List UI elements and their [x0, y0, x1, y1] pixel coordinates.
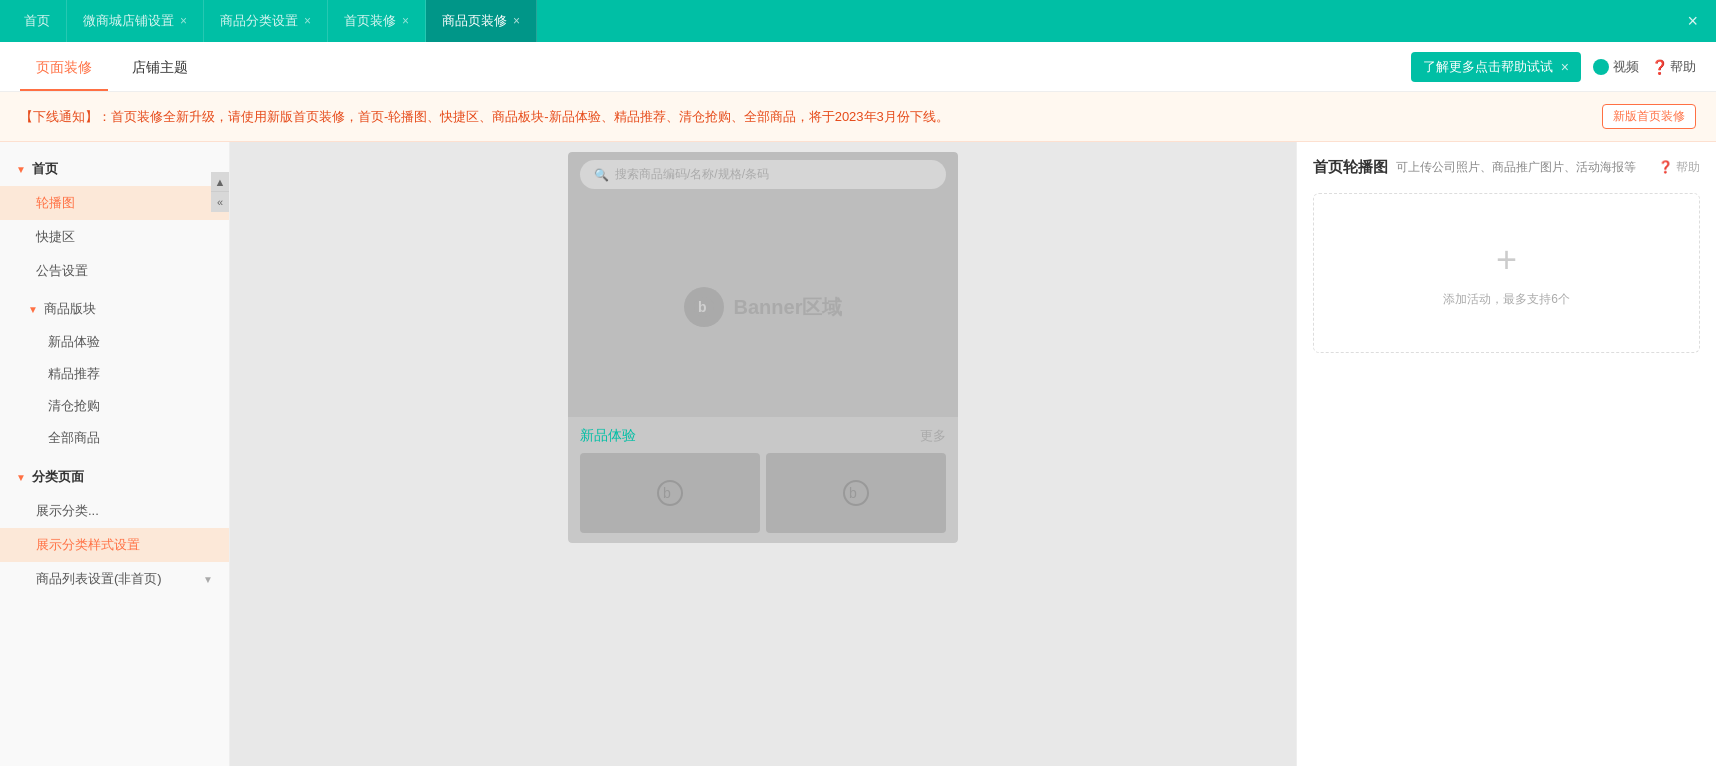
canvas-area: 🔍 搜索商品编码/名称/规格/条码 b Banner区域	[230, 142, 1296, 766]
tab-store-settings[interactable]: 微商城店铺设置 ×	[67, 0, 204, 42]
right-panel-title-text: 首页轮播图	[1313, 158, 1388, 177]
window-close-button[interactable]: ×	[1677, 11, 1708, 32]
banner-logo-icon: b	[684, 287, 724, 327]
banner-area: b Banner区域	[568, 197, 958, 417]
tab-home[interactable]: 首页	[8, 0, 67, 42]
product-placeholder-2: b	[766, 453, 946, 533]
phone-frame: 🔍 搜索商品编码/名称/规格/条码 b Banner区域	[568, 152, 958, 543]
phone-search-bar: 🔍 搜索商品编码/名称/规格/条码	[568, 152, 958, 197]
tab-close-home-decoration[interactable]: ×	[402, 14, 409, 28]
sidebar-sub-group-product-block: ▼ 商品版块 新品体验 精品推荐 清仓抢购 全部商品	[0, 288, 229, 458]
svg-text:b: b	[663, 485, 671, 501]
tab-category-settings[interactable]: 商品分类设置 ×	[204, 0, 328, 42]
sidebar-item-clearance[interactable]: 清仓抢购	[0, 390, 229, 422]
sidebar-scroll-up[interactable]: ▲	[211, 172, 229, 192]
product-section-more: 更多	[920, 427, 946, 445]
product-section-title: 新品体验	[580, 427, 636, 445]
video-icon	[1593, 59, 1609, 75]
sidebar-group-category-title[interactable]: ▼ 分类页面	[0, 460, 229, 494]
svg-text:b: b	[698, 299, 707, 315]
right-panel-title-left: 首页轮播图 可上传公司照片、商品推广图片、活动海报等	[1313, 158, 1636, 177]
banner-logo: b Banner区域	[684, 287, 843, 327]
help-banner[interactable]: 了解更多点击帮助试试 ×	[1411, 52, 1581, 82]
sidebar-controls: ▲ «	[211, 172, 229, 212]
main-area: ▲ « ▼ 首页 轮播图 快捷区 公告设置 ▼ 商品版块	[0, 142, 1716, 766]
sidebar-item-shortcut[interactable]: 快捷区	[0, 220, 229, 254]
chevron-down-icon-3: ▼	[16, 472, 26, 483]
help-link[interactable]: ❓ 帮助	[1651, 58, 1696, 76]
sidebar-item-banner[interactable]: 轮播图	[0, 186, 229, 220]
sidebar-item-show-category[interactable]: 展示分类...	[0, 494, 229, 528]
svg-text:b: b	[849, 485, 857, 501]
sidebar-collapse-btn[interactable]: «	[211, 192, 229, 212]
right-panel-help-link[interactable]: ❓ 帮助	[1658, 159, 1700, 176]
sidebar-item-featured[interactable]: 精品推荐	[0, 358, 229, 390]
product-section-header: 新品体验 更多	[580, 427, 946, 445]
tab-close-product-decoration[interactable]: ×	[513, 14, 520, 28]
sidebar-item-announcement[interactable]: 公告设置	[0, 254, 229, 288]
product-placeholder-1: b	[580, 453, 760, 533]
sidebar-sub-group-product-block-title[interactable]: ▼ 商品版块	[0, 292, 229, 326]
search-icon: 🔍	[594, 168, 609, 182]
tab-close-category-settings[interactable]: ×	[304, 14, 311, 28]
help-question-icon: ❓	[1651, 59, 1668, 75]
add-banner-label: 添加活动，最多支持6个	[1443, 291, 1570, 308]
sidebar-item-all-products[interactable]: 全部商品	[0, 422, 229, 454]
notice-bar: 【下线通知】：首页装修全新升级，请使用新版首页装修，首页-轮播图、快捷区、商品板…	[0, 92, 1716, 142]
help-banner-close[interactable]: ×	[1561, 59, 1569, 75]
new-decoration-button[interactable]: 新版首页装修	[1602, 104, 1696, 129]
sidebar-item-new-experience[interactable]: 新品体验	[0, 326, 229, 358]
sidebar: ▲ « ▼ 首页 轮播图 快捷区 公告设置 ▼ 商品版块	[0, 142, 230, 766]
tab-bar: 首页 微商城店铺设置 × 商品分类设置 × 首页装修 × 商品页装修 × ×	[0, 0, 1716, 42]
tab-close-store-settings[interactable]: ×	[180, 14, 187, 28]
product-section: 新品体验 更多 b b	[568, 417, 958, 543]
chevron-down-icon-2: ▼	[28, 304, 38, 315]
add-banner-plus-icon: +	[1496, 239, 1517, 281]
notice-text: 【下线通知】：首页装修全新升级，请使用新版首页装修，首页-轮播图、快捷区、商品板…	[20, 108, 949, 126]
chevron-down-icon-4: ▼	[203, 574, 213, 585]
sub-tabs: 页面装修 店铺主题	[20, 42, 212, 91]
sub-tab-bar: 页面装修 店铺主题 了解更多点击帮助试试 × 视频 ❓ 帮助	[0, 42, 1716, 92]
search-placeholder: 搜索商品编码/名称/规格/条码	[615, 166, 769, 183]
sidebar-group-home: ▼ 首页 轮播图 快捷区 公告设置 ▼ 商品版块 新品体验	[0, 152, 229, 458]
question-icon: ❓	[1658, 160, 1673, 174]
tab-home-decoration[interactable]: 首页装修 ×	[328, 0, 426, 42]
brand-icon: b	[693, 296, 715, 318]
sub-tab-page-decoration[interactable]: 页面装修	[20, 59, 108, 91]
sub-tab-right-area: 了解更多点击帮助试试 × 视频 ❓ 帮助	[1411, 52, 1696, 82]
sidebar-group-home-title[interactable]: ▼ 首页	[0, 152, 229, 186]
right-panel-subtitle: 可上传公司照片、商品推广图片、活动海报等	[1396, 159, 1636, 176]
sidebar-item-product-list-settings[interactable]: 商品列表设置(非首页) ▼	[0, 562, 229, 596]
sub-tab-store-theme[interactable]: 店铺主题	[116, 59, 204, 91]
add-banner-box[interactable]: + 添加活动，最多支持6个	[1313, 193, 1700, 353]
tab-product-decoration[interactable]: 商品页装修 ×	[426, 0, 537, 42]
video-link[interactable]: 视频	[1593, 58, 1639, 76]
sidebar-group-category: ▼ 分类页面 展示分类... 展示分类样式设置 商品列表设置(非首页) ▼	[0, 460, 229, 596]
chevron-down-icon: ▼	[16, 164, 26, 175]
right-panel: 首页轮播图 可上传公司照片、商品推广图片、活动海报等 ❓ 帮助 + 添加活动，最…	[1296, 142, 1716, 766]
product-grid: b b	[580, 453, 946, 533]
search-box: 🔍 搜索商品编码/名称/规格/条码	[580, 160, 946, 189]
sidebar-item-category-style[interactable]: 展示分类样式设置	[0, 528, 229, 562]
right-panel-title: 首页轮播图 可上传公司照片、商品推广图片、活动海报等 ❓ 帮助	[1313, 158, 1700, 177]
